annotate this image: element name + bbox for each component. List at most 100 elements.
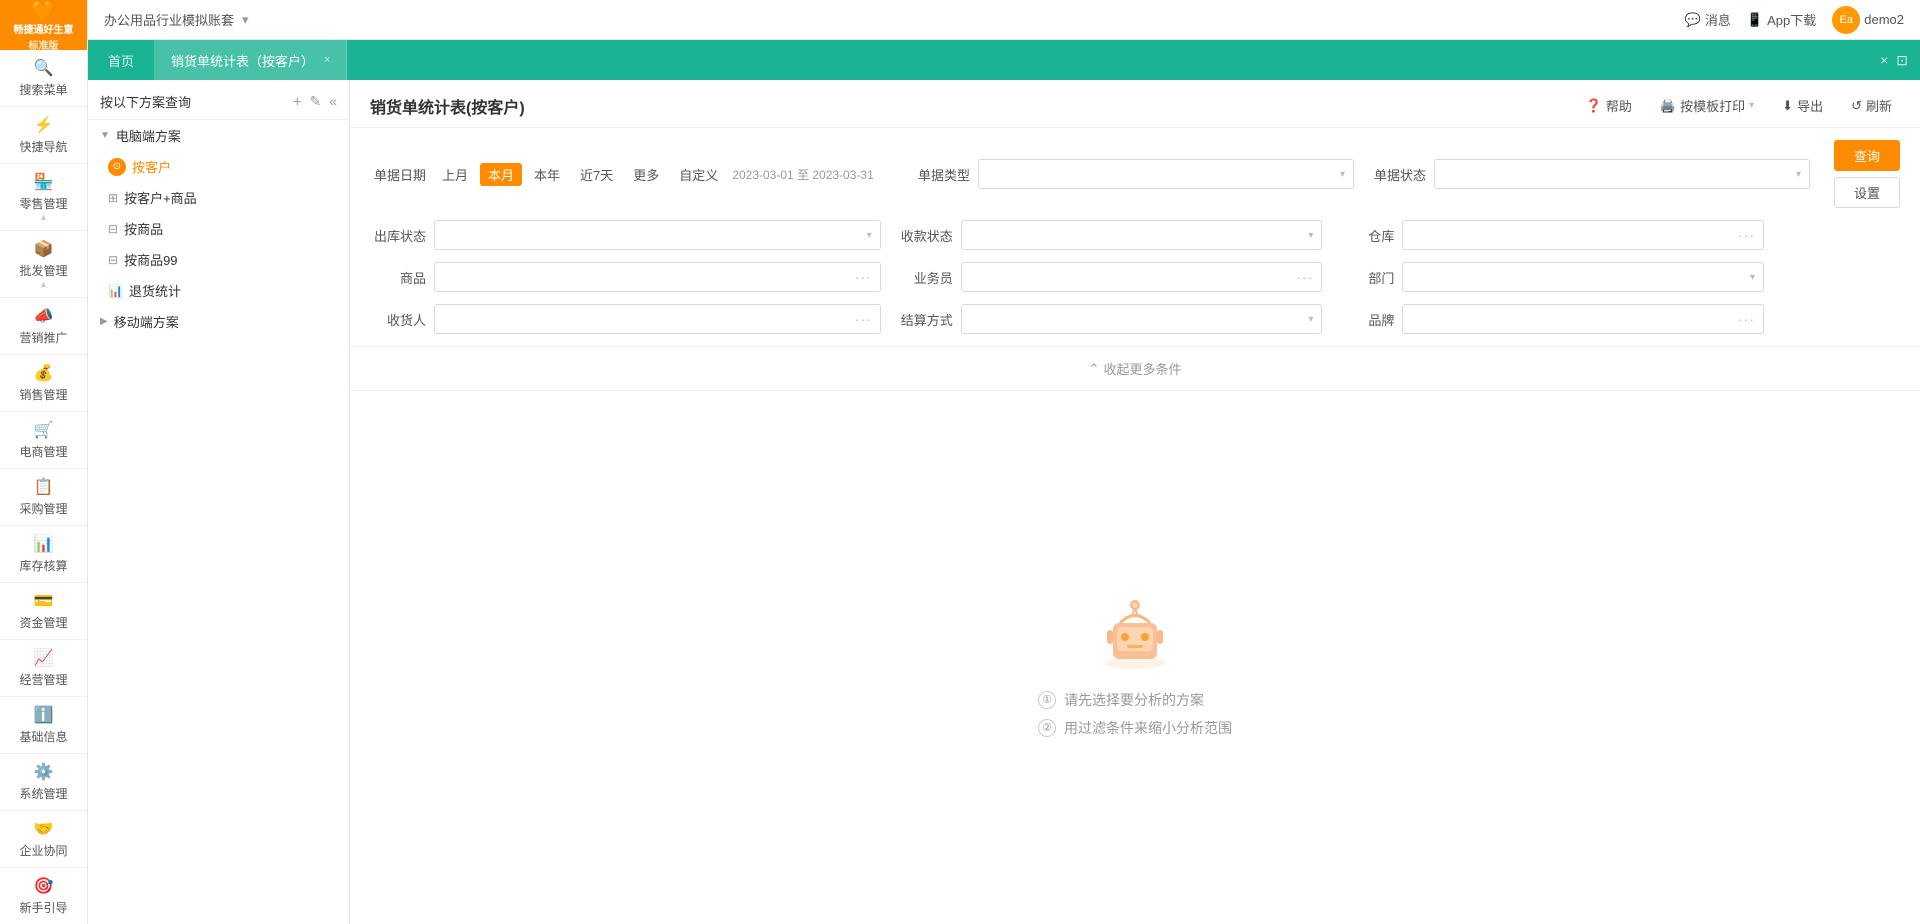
sidebar-item-wholesale[interactable]: 📦 批发管理 ▲ [0,231,88,298]
sidebar-item-label: 企业协同 [19,842,67,859]
collapse-panel-btn[interactable]: « [329,93,337,110]
tree-mobile-section[interactable]: ▶ 移动端方案 [88,306,349,337]
sidebar-item-inventory[interactable]: 📊 库存核算 [0,526,88,583]
sidebar-item-purchase[interactable]: 📋 采购管理 [0,469,88,526]
salesperson-input[interactable]: ··· [961,262,1323,292]
by-cp-icon: ⊞ [108,191,118,205]
tree-desktop-section[interactable]: ▼ 电脑端方案 [88,120,349,151]
sidebar-item-system[interactable]: ⚙️ 系统管理 [0,754,88,811]
order-type-input[interactable]: ▾ [978,159,1354,189]
settlement-label: 结算方式 [897,310,953,329]
wholesale-icon: 📦 [34,239,54,259]
sidebar-item-basic-info[interactable]: ℹ️ 基础信息 [0,697,88,754]
avatar-text: Ea [1840,14,1853,26]
brand-input[interactable]: ··· [1402,304,1764,334]
industry-dropdown[interactable]: ▾ [242,12,249,28]
sidebar-item-ecommerce[interactable]: 🛒 电商管理 [0,412,88,469]
payment-status-input[interactable]: ▾ [961,220,1323,250]
product-dots: ··· [855,269,872,285]
date-tab-this-month[interactable]: 本月 [480,163,522,186]
tip-num-2: ② [1038,719,1056,737]
by-customer-icon: ⊙ [113,161,121,172]
collapse-button[interactable]: ⌃ 收起更多条件 [1077,355,1194,382]
department-input[interactable]: ▾ [1402,262,1764,292]
out-status-field: 出库状态 ▾ [370,220,897,250]
product-input[interactable]: ··· [434,262,881,292]
order-status-field: 单据状态 ▾ [1370,159,1826,189]
topbar-left: 办公用品行业模拟账套 ▾ [104,10,249,29]
sidebar-item-operations[interactable]: 📈 经营管理 [0,640,88,697]
empty-tip-1: ① 请先选择要分析的方案 [1038,690,1232,710]
receiver-field: 收货人 ··· [370,304,897,334]
by-product99-icon: ⊟ [108,253,118,267]
sidebar-item-marketing[interactable]: 📣 营销推广 [0,298,88,355]
tree-item-by-product-99[interactable]: ⊟ 按商品99 [88,244,349,275]
sidebar-item-enterprise[interactable]: 🤝 企业协同 [0,811,88,868]
department-label: 部门 [1338,268,1394,287]
sidebar-item-onboarding[interactable]: 🎯 新手引导 [0,868,88,924]
tree-item-by-product[interactable]: ⊟ 按商品 [88,213,349,244]
by-product-99-label: 按商品99 [124,250,177,269]
tree-item-by-customer-product[interactable]: ⊞ 按客户+商品 [88,182,349,213]
industry-label: 办公用品行业模拟账套 [104,10,234,29]
sidebar-item-label: 零售管理 [19,195,67,212]
print-btn[interactable]: 🖨️ 按模板打印 ▾ [1652,92,1762,119]
sidebar-item-label: 快捷导航 [19,138,67,155]
tab-close-all-icon[interactable]: × [1880,52,1888,68]
tree-item-refund-stats[interactable]: 📊 退货统计 [88,275,349,306]
sidebar-item-finance[interactable]: 💳 资金管理 [0,583,88,640]
sidebar-item-sales[interactable]: 💰 销售管理 [0,355,88,412]
user-menu[interactable]: Ea demo2 [1832,6,1904,34]
add-scheme-btn[interactable]: + [293,93,301,110]
export-btn[interactable]: ⬇ 导出 [1774,92,1831,119]
receiver-input[interactable]: ··· [434,304,881,334]
payment-status-field: 收款状态 ▾ [897,220,1339,250]
tab-close-icon[interactable]: × [324,54,330,66]
sidebar-item-search-menu[interactable]: 🔍 搜索菜单 [0,50,88,107]
filter-row-1: 单据日期 上月 本月 本年 近7天 更多 自定义 2023-03-01 至 20… [370,140,1900,208]
date-tab-this-year[interactable]: 本年 [526,163,568,186]
refresh-label: 刷新 [1866,96,1892,115]
sidebar-item-retail[interactable]: 🏪 零售管理 ▲ [0,164,88,231]
order-status-input[interactable]: ▾ [1434,159,1810,189]
filter-form: 单据日期 上月 本月 本年 近7天 更多 自定义 2023-03-01 至 20… [350,128,1920,347]
help-btn[interactable]: ❓ 帮助 [1578,92,1640,119]
tab-home[interactable]: 首页 [88,40,155,80]
refund-icon: 📊 [108,284,123,298]
help-icon: ❓ [1586,98,1602,114]
date-field: 单据日期 上月 本月 本年 近7天 更多 自定义 2023-03-01 至 20… [370,163,914,186]
retail-icon: 🏪 [34,172,54,192]
out-status-input[interactable]: ▾ [434,220,881,250]
tab-label: 销货单统计表（按客户） [171,51,314,70]
purchase-icon: 📋 [34,477,54,497]
refresh-btn[interactable]: ↺ 刷新 [1843,92,1900,119]
message-icon: 💬 [1685,12,1701,28]
date-tab-7days[interactable]: 近7天 [572,163,621,186]
sidebar-item-label: 资金管理 [19,614,67,631]
app-download-btn[interactable]: 📱 App下载 [1747,10,1816,29]
app-download-label: App下载 [1767,10,1816,29]
filter-row-4: 收货人 ··· 结算方式 ▾ 品牌 [370,304,1900,334]
date-tab-more[interactable]: 更多 [625,163,667,186]
sidebar-item-quick-nav[interactable]: ⚡ 快捷导航 [0,107,88,164]
date-tabs: 上月 本月 本年 近7天 更多 自定义 [434,163,726,186]
date-label: 单据日期 [370,165,426,184]
setting-button[interactable]: 设置 [1834,177,1900,208]
edit-scheme-btn[interactable]: ✎ [309,93,321,110]
tab-fullscreen-icon[interactable]: ⊡ [1896,52,1908,69]
empty-state: ① 请先选择要分析的方案 ② 用过滤条件来缩小分析范围 [350,391,1920,924]
department-arrow: ▾ [1750,272,1755,283]
export-icon: ⬇ [1782,98,1793,114]
warehouse-input[interactable]: ··· [1402,220,1764,250]
tree-item-by-customer[interactable]: ⊙ 按客户 [88,151,349,182]
message-btn[interactable]: 💬 消息 [1685,10,1731,29]
refund-stats-label: 退货统计 [129,281,181,300]
query-button[interactable]: 查询 [1834,140,1900,171]
collapse-label: 收起更多条件 [1103,359,1181,378]
settlement-input[interactable]: ▾ [961,304,1323,334]
enterprise-icon: 🤝 [34,819,54,839]
out-status-arrow: ▾ [867,230,872,241]
tab-sales-by-customer[interactable]: 销货单统计表（按客户） × [155,40,347,80]
date-tab-last-month[interactable]: 上月 [434,163,476,186]
date-tab-custom[interactable]: 自定义 [671,163,726,186]
